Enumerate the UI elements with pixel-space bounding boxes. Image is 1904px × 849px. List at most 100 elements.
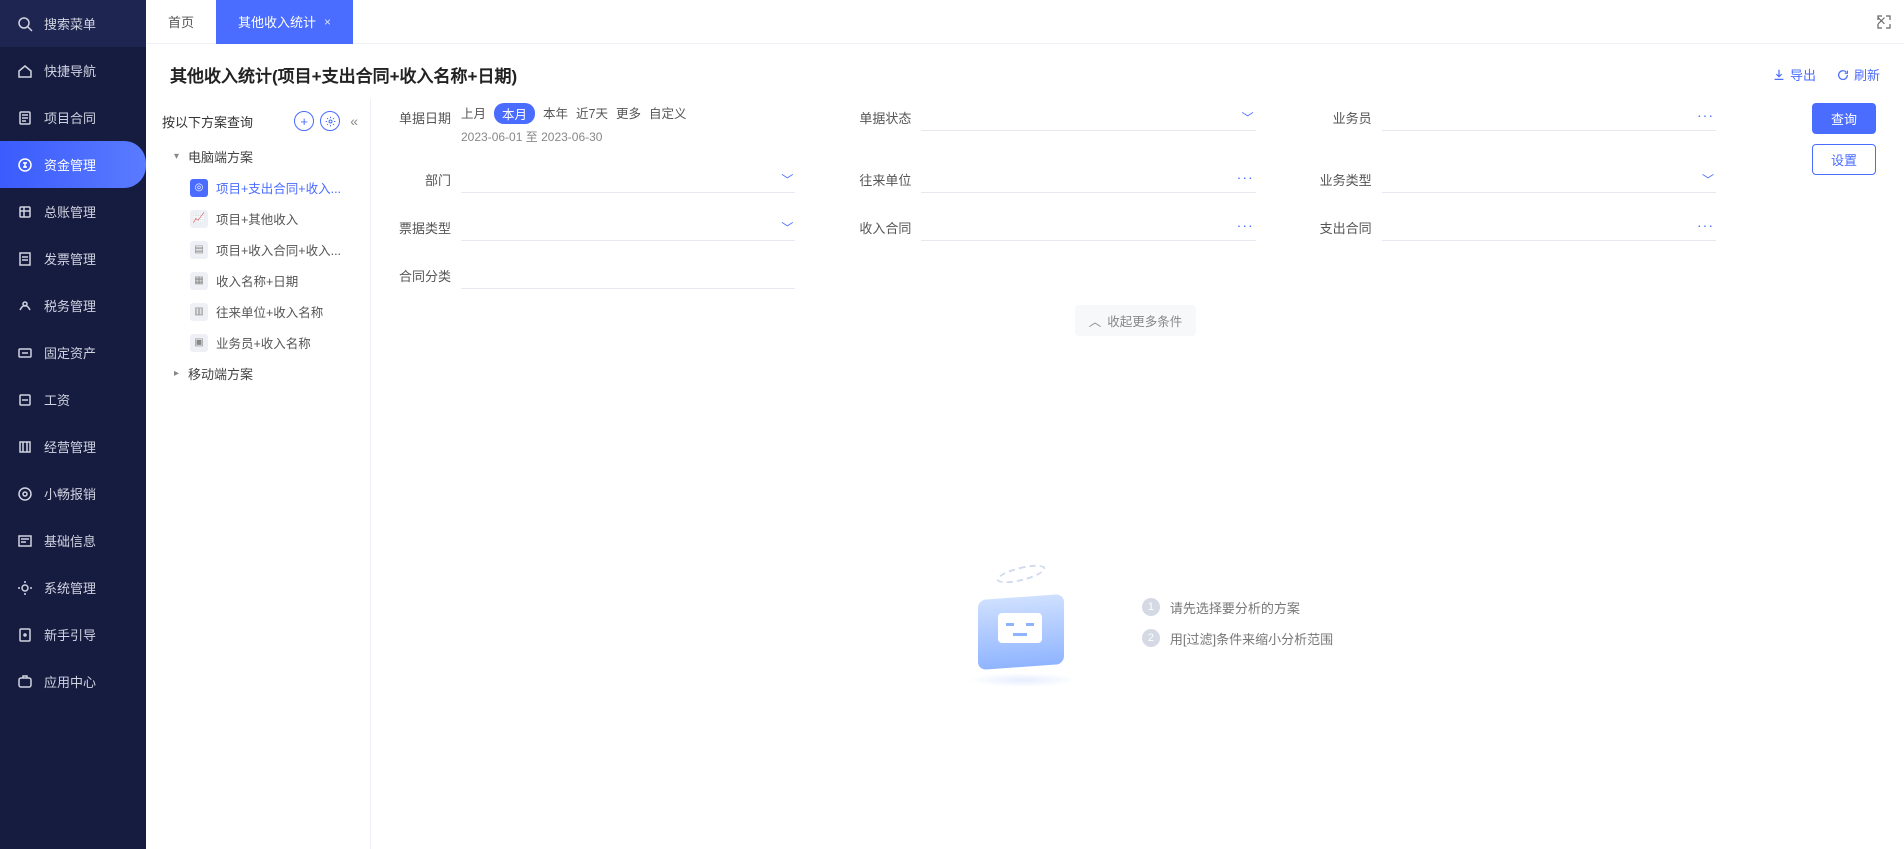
export-button[interactable]: 导出 [1772, 65, 1816, 84]
bar-icon: ▥ [190, 303, 208, 321]
settings-button[interactable]: 设置 [1812, 144, 1876, 175]
add-scheme-button[interactable]: + [294, 111, 314, 131]
sidebar-item-label: 应用中心 [44, 672, 96, 691]
ellipsis-icon: ··· [1697, 107, 1714, 123]
date-tag-0[interactable]: 上月 [461, 103, 486, 124]
salary-icon [16, 391, 34, 409]
tree-leaf-label: 业务员+收入名称 [216, 333, 311, 352]
scheme-panel: 按以下方案查询 + « ▾电脑端方案◎项目+支出合同+收入...📈项目+其他收入… [146, 99, 371, 849]
tab-current-label: 其他收入统计 [238, 12, 316, 31]
filter-dept-input[interactable]: ﹀ [461, 165, 795, 193]
sidebar-item-label: 资金管理 [44, 155, 96, 174]
doc-icon: ▤ [190, 241, 208, 259]
tree-leaf-0-0[interactable]: ◎项目+支出合同+收入... [162, 172, 358, 203]
sidebar-item-label: 系统管理 [44, 578, 96, 597]
filter-party-input[interactable]: ··· [921, 165, 1255, 193]
sidebar-item-8[interactable]: 工资 [0, 376, 146, 423]
sidebar-item-1[interactable]: 快捷导航 [0, 47, 146, 94]
system-icon [16, 579, 34, 597]
scheme-settings-button[interactable] [320, 111, 340, 131]
tree-leaf-label: 项目+收入合同+收入... [216, 240, 341, 259]
refresh-button[interactable]: 刷新 [1836, 65, 1880, 84]
empty-step-2: 2用[过滤]条件来缩小分析范围 [1142, 623, 1333, 654]
collapse-label: 收起更多条件 [1107, 311, 1182, 330]
filter-salesman-input[interactable]: ··· [1382, 103, 1716, 131]
filter-contractcat-input[interactable] [461, 261, 795, 289]
sidebar-item-3[interactable]: 资金管理 [0, 141, 146, 188]
filter-tptype-label: 票据类型 [395, 213, 461, 237]
filter-tptype-input[interactable]: ﹀ [461, 213, 795, 241]
home-icon [16, 62, 34, 80]
tree-leaf-label: 项目+支出合同+收入... [216, 178, 341, 197]
sidebar-item-label: 项目合同 [44, 108, 96, 127]
tree-leaf-0-1[interactable]: 📈 项目+其他收入 [162, 203, 358, 234]
page-header: 其他收入统计(项目+支出合同+收入名称+日期) 导出 刷新 [146, 44, 1904, 87]
sidebar-item-label: 搜索菜单 [44, 14, 96, 33]
guide-icon [16, 626, 34, 644]
apps-icon [16, 673, 34, 691]
sidebar-item-13[interactable]: 新手引导 [0, 611, 146, 658]
date-tag-5[interactable]: 自定义 [649, 103, 687, 124]
sidebar-item-14[interactable]: 应用中心 [0, 658, 146, 705]
sidebar-item-label: 经营管理 [44, 437, 96, 456]
sidebar-item-5[interactable]: 发票管理 [0, 235, 146, 282]
sidebar-item-2[interactable]: 项目合同 [0, 94, 146, 141]
chevron-down-icon: ﹀ [781, 171, 793, 188]
sidebar-item-6[interactable]: 税务管理 [0, 282, 146, 329]
ellipsis-icon: ··· [1237, 217, 1254, 233]
sidebar-item-9[interactable]: 经营管理 [0, 423, 146, 470]
filter-status-input[interactable]: ﹀ [921, 103, 1255, 131]
tree-leaf-0-5[interactable]: ▣ 业务员+收入名称 [162, 327, 358, 358]
sidebar-item-4[interactable]: 总账管理 [0, 188, 146, 235]
sidebar-item-7[interactable]: 固定资产 [0, 329, 146, 376]
tab-home-label: 首页 [168, 12, 194, 31]
document-icon [16, 109, 34, 127]
filter-dept-label: 部门 [395, 165, 461, 189]
tab-bar: 首页 其他收入统计 × × [146, 0, 1904, 44]
tree-group-1[interactable]: ▸移动端方案 [162, 358, 358, 389]
date-tag-4[interactable]: 更多 [616, 103, 641, 124]
info-icon [16, 532, 34, 550]
filter-biztype-input[interactable]: ﹀ [1382, 165, 1716, 193]
tree-leaf-label: 收入名称+日期 [216, 271, 298, 290]
money-icon [16, 156, 34, 174]
export-label: 导出 [1790, 65, 1816, 84]
sidebar-item-label: 固定资产 [44, 343, 96, 362]
tree-leaf-label: 项目+其他收入 [216, 209, 298, 228]
collapse-filters-button[interactable]: ︿ 收起更多条件 [1075, 305, 1197, 336]
sidebar-item-10[interactable]: 小畅报销 [0, 470, 146, 517]
date-tag-3[interactable]: 近7天 [576, 103, 608, 124]
cal-icon: ▦ [190, 272, 208, 290]
tab-home[interactable]: 首页 [146, 0, 216, 44]
fullscreen-icon[interactable] [1876, 14, 1892, 30]
filter-outcontract-label: 支出合同 [1316, 213, 1382, 237]
filter-form: 单据日期 上月本月本年近7天更多自定义 2023-06-01 至 2023-06… [371, 99, 1904, 305]
tree-group-0[interactable]: ▾电脑端方案 [162, 141, 358, 172]
biz-icon [16, 438, 34, 456]
empty-state: 1请先选择要分析的方案 2用[过滤]条件来缩小分析范围 [371, 336, 1904, 849]
grid-icon: ▣ [190, 334, 208, 352]
sidebar-item-11[interactable]: 基础信息 [0, 517, 146, 564]
query-button[interactable]: 查询 [1812, 103, 1876, 134]
caret-icon: ▸ [174, 368, 188, 379]
ledger-icon [16, 203, 34, 221]
search-icon [16, 15, 34, 33]
tree-leaf-0-3[interactable]: ▦ 收入名称+日期 [162, 265, 358, 296]
main-area: 首页 其他收入统计 × × 其他收入统计(项目+支出合同+收入名称+日期) 导出… [146, 0, 1904, 849]
tree-leaf-0-4[interactable]: ▥往来单位+收入名称 [162, 296, 358, 327]
filter-status-label: 单据状态 [855, 103, 921, 127]
chart-icon: 📈 [190, 210, 208, 228]
tree-leaf-0-2[interactable]: ▤ 项目+收入合同+收入... [162, 234, 358, 265]
filter-incontract-input[interactable]: ··· [921, 213, 1255, 241]
collapse-panel-icon[interactable]: « [350, 113, 358, 129]
close-icon[interactable]: × [324, 15, 331, 29]
sidebar-item-0[interactable]: 搜索菜单 [0, 0, 146, 47]
chevron-down-icon: ﹀ [781, 219, 793, 236]
tab-current[interactable]: 其他收入统计 × [216, 0, 353, 44]
caret-icon: ▾ [174, 151, 188, 162]
filter-incontract-label: 收入合同 [855, 213, 921, 237]
filter-outcontract-input[interactable]: ··· [1382, 213, 1716, 241]
date-tag-1[interactable]: 本月 [494, 103, 535, 124]
sidebar-item-12[interactable]: 系统管理 [0, 564, 146, 611]
date-tag-2[interactable]: 本年 [543, 103, 568, 124]
